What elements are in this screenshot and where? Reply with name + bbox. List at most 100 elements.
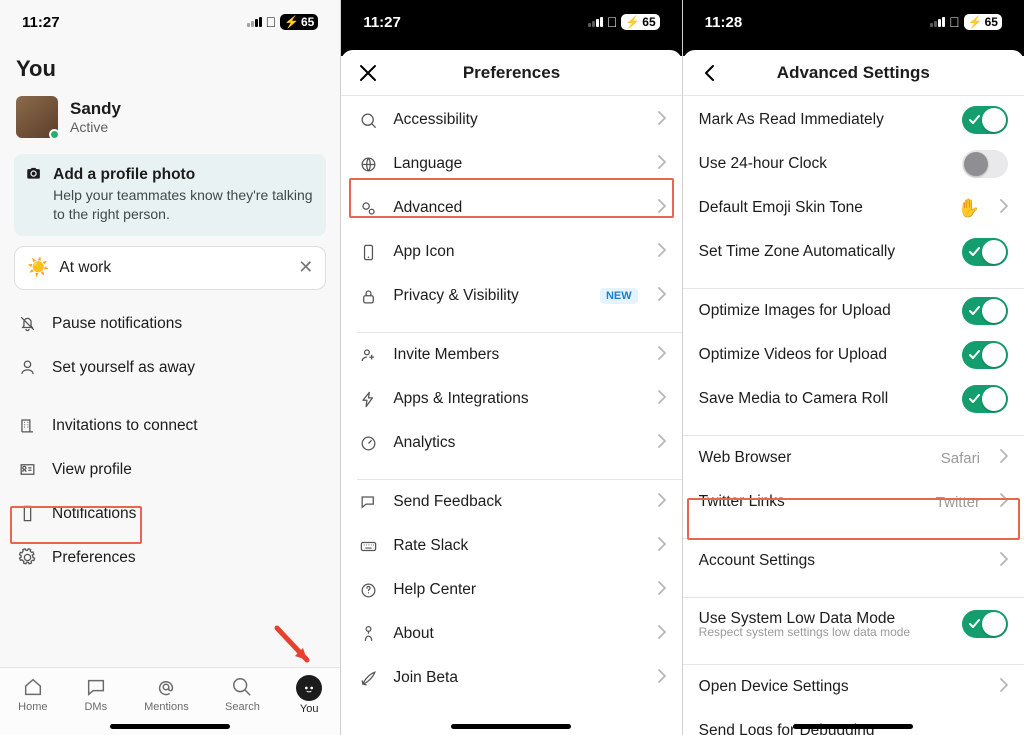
row-save-media[interactable]: Save Media to Camera Roll <box>683 377 1024 421</box>
row-web-browser[interactable]: Web Browser Safari <box>683 436 1024 480</box>
toggle-mark-as-read[interactable] <box>962 106 1008 134</box>
keyboard-icon <box>357 537 379 556</box>
add-photo-card[interactable]: Add a profile photo Help your teammates … <box>14 154 326 236</box>
row-analytics[interactable]: Analytics <box>341 421 681 465</box>
row-about[interactable]: About <box>341 612 681 656</box>
toggle-optimize-videos[interactable] <box>962 341 1008 369</box>
row-timezone[interactable]: Set Time Zone Automatically <box>683 230 1024 274</box>
chevron-right-icon <box>658 669 666 688</box>
row-optimize-images[interactable]: Optimize Images for Upload <box>683 289 1024 333</box>
chevron-right-icon <box>658 390 666 409</box>
row-apps[interactable]: Apps & Integrations <box>341 377 681 421</box>
row-accessibility[interactable]: Accessibility <box>341 98 681 142</box>
row-label: Pause notifications <box>52 315 324 333</box>
row-label: Advanced <box>393 199 643 217</box>
chat-icon <box>84 675 108 699</box>
tab-dms[interactable]: DMs <box>84 675 108 713</box>
search-icon <box>230 675 254 699</box>
chevron-right-icon <box>658 346 666 365</box>
home-indicator <box>793 724 913 729</box>
row-label: Mark As Read Immediately <box>699 111 948 129</box>
row-label: Use 24-hour Clock <box>699 155 948 173</box>
row-preferences[interactable]: Preferences <box>0 536 340 580</box>
row-twitter-links[interactable]: Twitter Links Twitter <box>683 480 1024 524</box>
row-label: Join Beta <box>393 669 643 687</box>
bell-off-icon <box>16 314 38 333</box>
status-chip[interactable]: ☀️ At work ✕ <box>14 246 326 290</box>
row-notifications[interactable]: Notifications <box>0 492 340 536</box>
row-low-data-mode[interactable]: Use System Low Data Mode Respect system … <box>683 598 1024 650</box>
row-label: View profile <box>52 461 324 479</box>
row-24h-clock[interactable]: Use 24-hour Clock <box>683 142 1024 186</box>
row-view-profile[interactable]: View profile <box>0 448 340 492</box>
cell-signal-icon <box>247 17 262 27</box>
profile-header[interactable]: Sandy Active <box>0 90 340 150</box>
chevron-right-icon <box>1000 199 1008 218</box>
chevron-right-icon <box>658 581 666 600</box>
row-account-settings[interactable]: Account Settings <box>683 539 1024 583</box>
row-label: Default Emoji Skin Tone <box>699 199 944 217</box>
home-indicator <box>451 724 571 729</box>
row-invitations[interactable]: Invitations to connect <box>0 404 340 448</box>
row-label: Set Time Zone Automatically <box>699 243 948 261</box>
row-device-settings[interactable]: Open Device Settings <box>683 665 1024 709</box>
chevron-right-icon <box>658 537 666 556</box>
profile-card-icon <box>16 460 38 479</box>
row-label: Privacy & Visibility <box>393 287 586 305</box>
toggle-optimize-images[interactable] <box>962 297 1008 325</box>
chevron-right-icon <box>1000 552 1008 571</box>
toggle-low-data[interactable] <box>962 610 1008 638</box>
toggle-24h-clock[interactable] <box>962 150 1008 178</box>
row-sublabel: Respect system settings low data mode <box>699 625 948 639</box>
row-advanced[interactable]: Advanced <box>341 186 681 230</box>
chevron-right-icon <box>658 243 666 262</box>
row-feedback[interactable]: Send Feedback <box>341 480 681 524</box>
row-label: Accessibility <box>393 111 643 129</box>
row-value: Safari <box>941 450 980 467</box>
row-label: Twitter Links <box>699 493 922 511</box>
row-label: Account Settings <box>699 552 986 570</box>
row-pause-notifications[interactable]: Pause notifications <box>0 302 340 346</box>
row-rate-slack[interactable]: Rate Slack <box>341 524 681 568</box>
clear-status-button[interactable]: ✕ <box>298 257 313 278</box>
row-privacy[interactable]: Privacy & Visibility NEW <box>341 274 681 318</box>
row-label: Invite Members <box>393 346 643 364</box>
chevron-right-icon <box>658 434 666 453</box>
help-icon <box>357 581 379 600</box>
building-icon <box>16 416 38 435</box>
chevron-right-icon <box>1000 493 1008 512</box>
page-title: You <box>0 44 340 90</box>
row-language[interactable]: Language <box>341 142 681 186</box>
row-optimize-videos[interactable]: Optimize Videos for Upload <box>683 333 1024 377</box>
toggle-timezone[interactable] <box>962 238 1008 266</box>
row-label: Web Browser <box>699 449 927 467</box>
tab-bar: Home DMs Mentions Search You <box>0 667 340 735</box>
lightning-icon <box>357 390 379 409</box>
tab-search[interactable]: Search <box>225 675 260 713</box>
card-title: Add a profile photo <box>53 166 314 184</box>
row-help-center[interactable]: Help Center <box>341 568 681 612</box>
chevron-right-icon <box>658 493 666 512</box>
tab-home[interactable]: Home <box>18 675 47 713</box>
feedback-icon <box>357 493 379 512</box>
row-app-icon[interactable]: App Icon <box>341 230 681 274</box>
chevron-right-icon <box>658 625 666 644</box>
row-skin-tone[interactable]: Default Emoji Skin Tone ✋ <box>683 186 1024 230</box>
back-button[interactable] <box>697 63 723 83</box>
row-join-beta[interactable]: Join Beta <box>341 656 681 700</box>
person-icon <box>16 358 38 377</box>
toggle-save-media[interactable] <box>962 385 1008 413</box>
tab-mentions[interactable]: Mentions <box>144 675 189 713</box>
sheet-header: Preferences <box>341 50 681 96</box>
row-send-logs[interactable]: Send Logs for Debugging <box>683 709 1024 735</box>
camera-icon <box>26 166 41 224</box>
row-set-away[interactable]: Set yourself as away <box>0 346 340 390</box>
battery-icon: ⚡65 <box>964 14 1002 30</box>
row-mark-as-read[interactable]: Mark As Read Immediately <box>683 98 1024 142</box>
tab-you[interactable]: You <box>296 675 322 715</box>
close-button[interactable] <box>355 63 381 83</box>
row-label: Invitations to connect <box>52 417 324 435</box>
battery-icon: ⚡65 <box>280 14 318 30</box>
card-subtitle: Help your teammates know they're talking… <box>53 186 314 224</box>
row-invite-members[interactable]: Invite Members <box>341 333 681 377</box>
